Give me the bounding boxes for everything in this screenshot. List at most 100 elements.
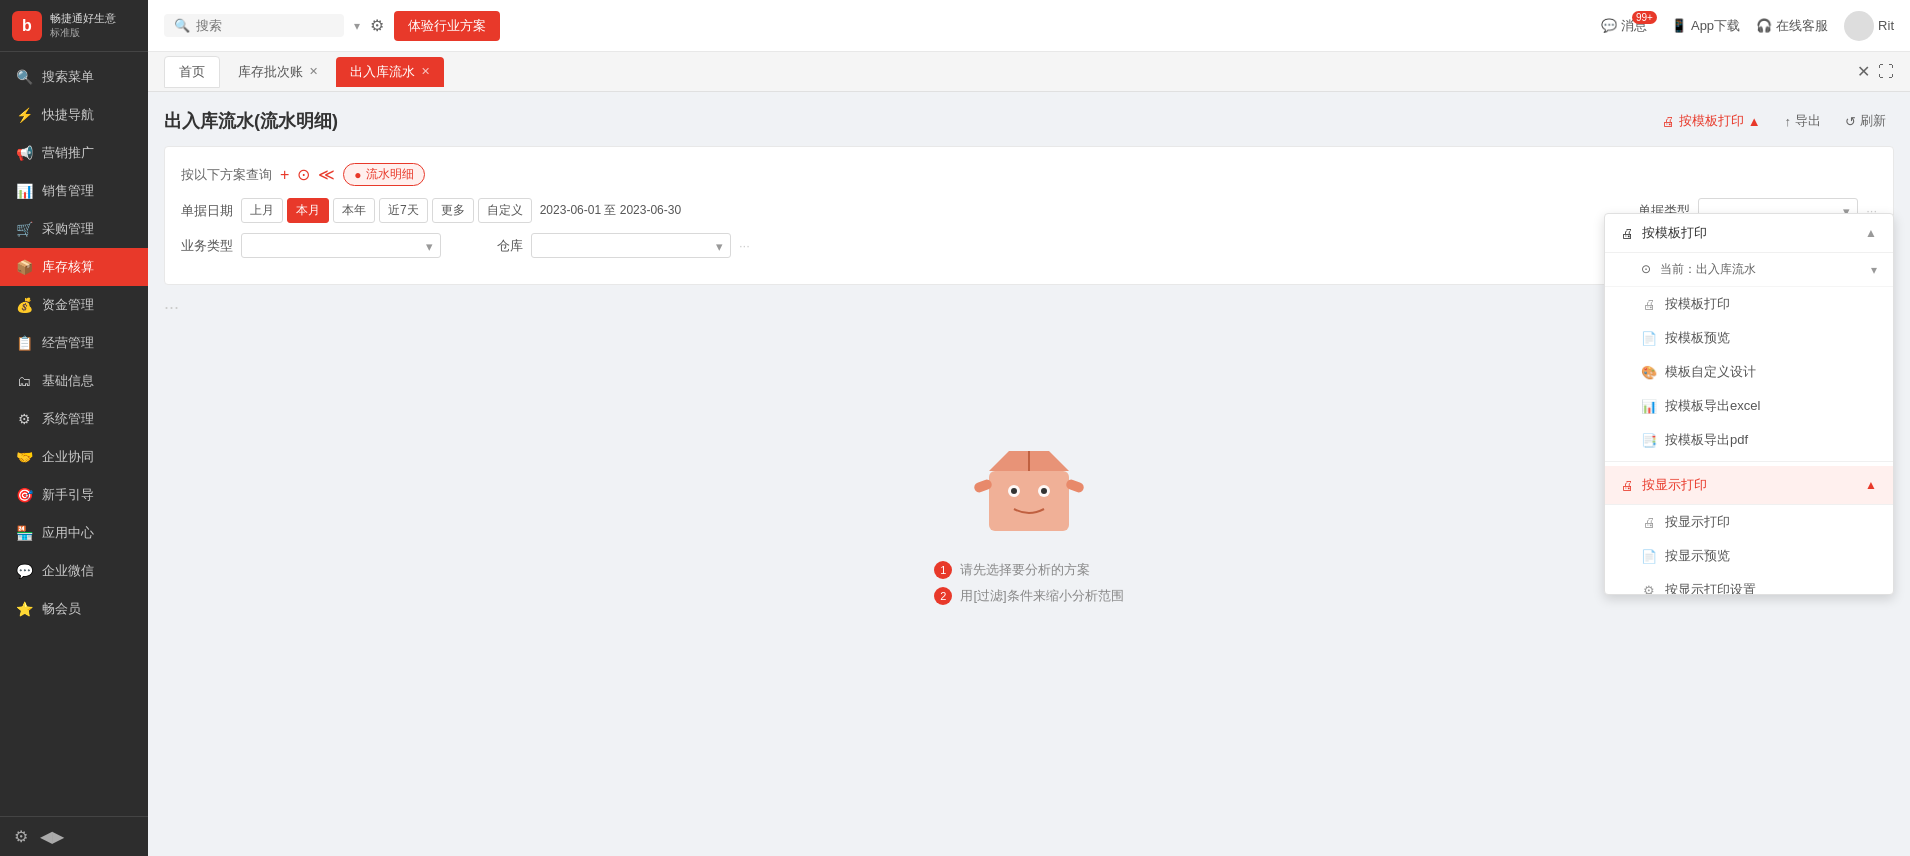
- sidebar-item-marketing[interactable]: 📢 营销推广: [0, 134, 148, 172]
- tab-batch[interactable]: 库存批次账 ✕: [224, 57, 332, 87]
- filter-biz-type-group: 业务类型: [181, 233, 441, 258]
- display-section-chevron-up-icon: ▲: [1865, 478, 1877, 492]
- tab-batch-close-icon[interactable]: ✕: [309, 65, 318, 78]
- settings-icon[interactable]: ⚙: [14, 827, 28, 846]
- refresh-icon: ↺: [1845, 114, 1856, 129]
- date-btn-last-month[interactable]: 上月: [241, 198, 283, 223]
- app-download-label: App下载: [1691, 17, 1740, 35]
- preview-icon: 📄: [1641, 331, 1657, 346]
- tab-flow[interactable]: 出入库流水 ✕: [336, 57, 444, 87]
- message-badge: 99+: [1632, 11, 1657, 24]
- sidebar-item-member[interactable]: ⭐ 畅会员: [0, 590, 148, 628]
- topbar-search-box[interactable]: 🔍: [164, 14, 344, 37]
- display-printer-small-icon: 🖨: [1641, 515, 1657, 530]
- app-download-btn[interactable]: 📱 App下载: [1671, 17, 1740, 35]
- display-print-section-label: 🖨 按显示打印: [1621, 476, 1707, 494]
- sidebar-item-sales[interactable]: 📊 销售管理: [0, 172, 148, 210]
- topbar-settings-icon[interactable]: ⚙: [370, 16, 384, 35]
- warehouse-select[interactable]: [531, 233, 731, 258]
- tabbar: 首页 库存批次账 ✕ 出入库流水 ✕ ✕ ⛶: [148, 52, 1910, 92]
- filter-collapse-icon[interactable]: ≪: [318, 165, 335, 184]
- tab-flow-close-icon[interactable]: ✕: [421, 65, 430, 78]
- print-template-label: 按模板打印: [1679, 112, 1744, 130]
- sidebar-item-label: 销售管理: [42, 182, 94, 200]
- sidebar-item-quick-nav[interactable]: ⚡ 快捷导航: [0, 96, 148, 134]
- filter-add-icon[interactable]: +: [280, 166, 289, 184]
- sidebar-item-enterprise[interactable]: 🤝 企业协同: [0, 438, 148, 476]
- tab-expand-icon[interactable]: ⛶: [1878, 63, 1894, 81]
- template-print-section-header[interactable]: 🖨 按模板打印 ▲: [1605, 214, 1893, 253]
- page-title: 出入库流水(流水明细): [164, 109, 338, 133]
- app-name: 畅捷通好生意 标准版: [50, 11, 116, 40]
- dropdown-item-template-export-pdf[interactable]: 📑 按模板导出pdf: [1605, 423, 1893, 457]
- empty-step-1: 1 请先选择要分析的方案: [934, 561, 1123, 579]
- date-btn-current-month[interactable]: 本月: [287, 198, 329, 223]
- sidebar-item-inventory[interactable]: 📦 库存核算: [0, 248, 148, 286]
- export-btn[interactable]: ↑ 导出: [1777, 108, 1830, 134]
- sidebar-item-appstore[interactable]: 🏪 应用中心: [0, 514, 148, 552]
- warehouse-more-icon[interactable]: ···: [739, 238, 750, 253]
- tab-close-all-icon[interactable]: ✕: [1857, 62, 1870, 81]
- biz-type-select[interactable]: [241, 233, 441, 258]
- print-template-btn[interactable]: 🖨 按模板打印 ▲: [1654, 108, 1769, 134]
- printer-small-icon: 🖨: [1641, 297, 1657, 312]
- sidebar-item-system[interactable]: ⚙ 系统管理: [0, 400, 148, 438]
- sidebar-item-guide[interactable]: 🎯 新手引导: [0, 476, 148, 514]
- tab-batch-label: 库存批次账: [238, 63, 303, 81]
- dropdown-item-display-print-settings[interactable]: ⚙ 按显示打印设置: [1605, 573, 1893, 594]
- refresh-btn[interactable]: ↺ 刷新: [1837, 108, 1894, 134]
- dropdown-item-template-preview[interactable]: 📄 按模板预览: [1605, 321, 1893, 355]
- sidebar-item-wechat[interactable]: 💬 企业微信: [0, 552, 148, 590]
- date-btn-more[interactable]: 更多: [432, 198, 474, 223]
- svg-point-5: [1041, 488, 1047, 494]
- date-btn-this-year[interactable]: 本年: [333, 198, 375, 223]
- sidebar-item-purchase[interactable]: 🛒 采购管理: [0, 210, 148, 248]
- filter-active-tag[interactable]: ● 流水明细: [343, 163, 424, 186]
- dropdown-item-display-print[interactable]: 🖨 按显示打印: [1605, 505, 1893, 539]
- sidebar-item-label: 快捷导航: [42, 106, 94, 124]
- template-print-section-label: 🖨 按模板打印: [1621, 224, 1707, 242]
- tabbar-actions: ✕ ⛶: [1857, 62, 1894, 81]
- dropdown-item-template-export-excel[interactable]: 📊 按模板导出excel: [1605, 389, 1893, 423]
- sidebar-item-basic[interactable]: 🗂 基础信息: [0, 362, 148, 400]
- headset-icon: 🎧: [1756, 18, 1772, 33]
- online-service-btn[interactable]: 🎧 在线客服: [1756, 17, 1828, 35]
- current-template-label: ⊙ 当前：出入库流水 ▾: [1605, 253, 1893, 287]
- search-chevron-down-icon[interactable]: ▾: [354, 19, 360, 33]
- dropdown-item-template-custom[interactable]: 🎨 模板自定义设计: [1605, 355, 1893, 389]
- search-input[interactable]: [196, 18, 316, 33]
- warehouse-label: 仓库: [497, 237, 523, 255]
- sidebar-item-search[interactable]: 🔍 搜索菜单: [0, 58, 148, 96]
- step-1-text: 请先选择要分析的方案: [960, 561, 1090, 579]
- sidebar-item-operation[interactable]: 📋 经营管理: [0, 324, 148, 362]
- sidebar-item-label: 应用中心: [42, 524, 94, 542]
- dropdown-item-display-preview[interactable]: 📄 按显示预览: [1605, 539, 1893, 573]
- user-avatar-btn[interactable]: Rit: [1844, 11, 1894, 41]
- inventory-icon: 📦: [14, 259, 34, 275]
- page-actions: 🖨 按模板打印 ▲ ↑ 导出 ↺ 刷新: [1654, 108, 1894, 134]
- date-btn-custom[interactable]: 自定义: [478, 198, 532, 223]
- more-options-icon[interactable]: ···: [164, 297, 179, 329]
- sidebar-item-label: 搜索菜单: [42, 68, 94, 86]
- sidebar-item-label: 营销推广: [42, 144, 94, 162]
- finance-icon: 💰: [14, 297, 34, 313]
- dropdown-item-template-print[interactable]: 🖨 按模板打印: [1605, 287, 1893, 321]
- filter-settings-icon[interactable]: ⊙: [297, 165, 310, 184]
- display-print-section-header[interactable]: 🖨 按显示打印 ▲: [1605, 466, 1893, 505]
- date-btn-last-7-days[interactable]: 近7天: [379, 198, 428, 223]
- sidebar-item-finance[interactable]: 💰 资金管理: [0, 286, 148, 324]
- filter-tag-dot: ●: [354, 168, 361, 182]
- filter-header: 按以下方案查询 + ⊙ ≪ ● 流水明细: [181, 163, 1877, 186]
- sidebar-item-label: 企业微信: [42, 562, 94, 580]
- message-btn[interactable]: 💬 消息 99+: [1601, 17, 1647, 35]
- filter-tag-label: 流水明细: [366, 166, 414, 183]
- industry-btn[interactable]: 体验行业方案: [394, 11, 500, 41]
- tab-home[interactable]: 首页: [164, 56, 220, 88]
- empty-steps: 1 请先选择要分析的方案 2 用[过滤]条件来缩小分析范围: [934, 561, 1123, 613]
- biz-type-label: 业务类型: [181, 237, 233, 255]
- display-settings-icon: ⚙: [1641, 583, 1657, 595]
- sidebar-item-label: 系统管理: [42, 410, 94, 428]
- appstore-icon: 🏪: [14, 525, 34, 541]
- export-icon: ↑: [1785, 114, 1792, 129]
- collapse-icon[interactable]: ◀▶: [40, 827, 64, 846]
